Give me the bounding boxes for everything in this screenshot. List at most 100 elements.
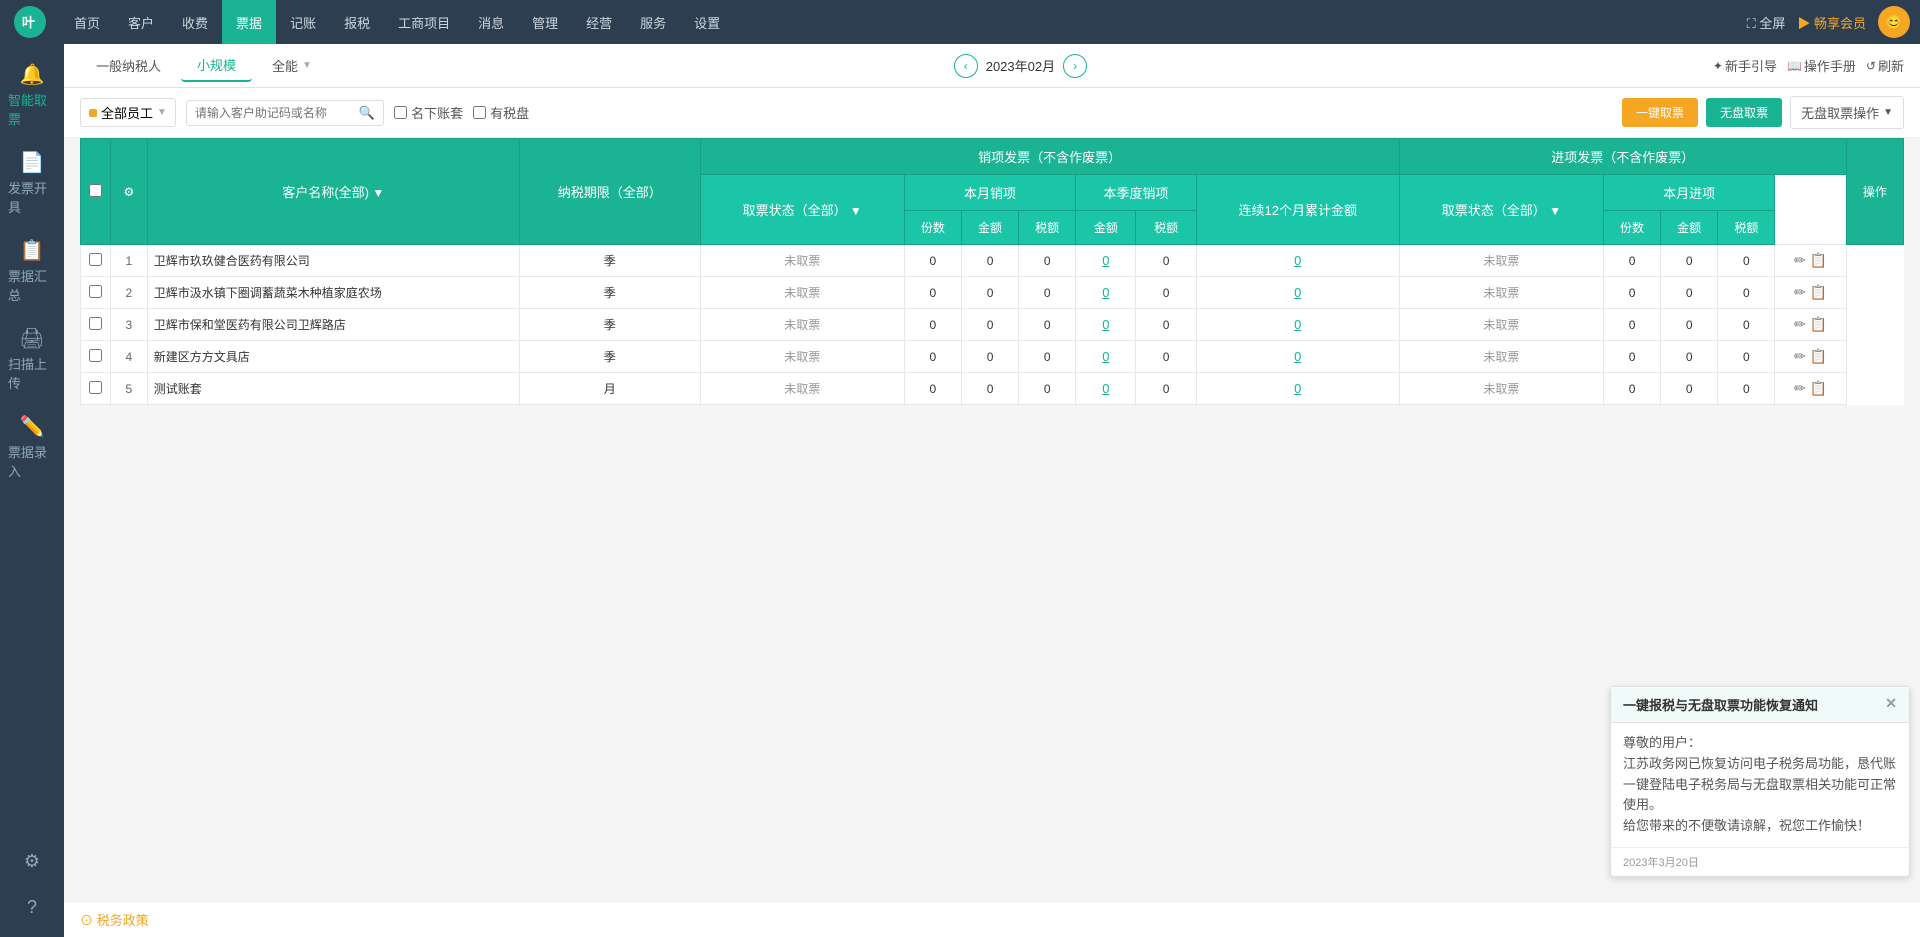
fullscreen-btn[interactable]: ⛶ 全屏: [1747, 13, 1786, 32]
sidebar-settings-btn[interactable]: ⚙: [12, 841, 52, 881]
member-btn[interactable]: ▶ 畅享会员: [1797, 13, 1866, 32]
sidebar-help-btn[interactable]: ?: [12, 887, 52, 927]
edit-icon-4[interactable]: ✏: [1794, 348, 1806, 365]
sidebar-item-scan-upload[interactable]: 🖨 扫描上传: [4, 318, 60, 400]
row-checkbox-5[interactable]: [89, 381, 102, 394]
notification-date: 2023年3月20日: [1611, 847, 1909, 876]
nav-client[interactable]: 客户: [114, 0, 168, 44]
my-account-checkbox-label[interactable]: 名下账套: [394, 103, 463, 122]
view-icon-4[interactable]: 📋: [1810, 348, 1827, 365]
period-next-btn[interactable]: ›: [1063, 54, 1087, 78]
my-account-checkbox[interactable]: [394, 106, 407, 119]
logo: 叶: [10, 2, 50, 42]
view-icon-1[interactable]: 📋: [1810, 252, 1827, 269]
nav-tax[interactable]: 报税: [330, 0, 384, 44]
sidebar-item-ticket-summary[interactable]: 📋 票据汇总: [4, 230, 60, 312]
row-checkbox-3[interactable]: [89, 317, 102, 330]
search-input[interactable]: [195, 106, 355, 120]
row-purchase-amount-4: 0: [1661, 341, 1718, 373]
tab-general-taxpayer[interactable]: 一般纳税人: [80, 50, 177, 81]
th-fetch-status-purchase[interactable]: 取票状态（全部） ▼: [1399, 175, 1603, 245]
row-taxperiod-5: 月: [519, 373, 700, 405]
th-client-name[interactable]: 客户名称(全部) ▼: [147, 139, 519, 245]
tax-disk-checkbox-label[interactable]: 有税盘: [473, 103, 529, 122]
row-checkbox-cell: [81, 309, 111, 341]
view-icon-5[interactable]: 📋: [1810, 380, 1827, 397]
nav-operation[interactable]: 经营: [572, 0, 626, 44]
tax-policy-link[interactable]: ⊙ 税务政策: [80, 913, 149, 928]
th-fetch-status-sales[interactable]: 取票状态（全部） ▼: [700, 175, 904, 245]
row-sales-status-5: 未取票: [700, 373, 904, 405]
nav-manage[interactable]: 管理: [518, 0, 572, 44]
table-row: 5 测试账套 月 未取票 0 0 0 0 0 0 未取票 0 0 0 ✏ 📋: [81, 373, 1904, 405]
row-num-5: 5: [111, 373, 148, 405]
table-row: 4 新建区方方文具店 季 未取票 0 0 0 0 0 0 未取票 0 0 0 ✏…: [81, 341, 1904, 373]
sidebar-item-invoice-open[interactable]: 📄 发票开具: [4, 142, 60, 224]
employee-dropdown-icon: ▼: [157, 107, 167, 118]
row-purchase-tax-5: 0: [1718, 373, 1775, 405]
smart-fetch-icon: 🔔: [20, 62, 45, 87]
row-checkbox-cell: [81, 341, 111, 373]
row-purchase-status-1: 未取票: [1399, 245, 1603, 277]
row-sales-count-2: 0: [904, 277, 961, 309]
row-actions-3: ✏ 📋: [1775, 309, 1846, 341]
row-sales-status-3: 未取票: [700, 309, 904, 341]
row-company-4: 新建区方方文具店: [147, 341, 519, 373]
row-quarter-tax-5: 0: [1136, 373, 1196, 405]
row-checkbox-1[interactable]: [89, 253, 102, 266]
tab-all[interactable]: 全能 ▼: [256, 50, 328, 81]
period-prev-btn[interactable]: ‹: [954, 54, 978, 78]
employee-select[interactable]: 全部员工 ▼: [80, 98, 176, 127]
select-all-checkbox[interactable]: [89, 184, 102, 197]
nav-message[interactable]: 消息: [464, 0, 518, 44]
view-icon-3[interactable]: 📋: [1810, 316, 1827, 333]
sidebar-label-scan-upload: 扫描上传: [8, 354, 56, 392]
row-sales-amount-3: 0: [961, 309, 1018, 341]
search-icon[interactable]: 🔍: [359, 105, 375, 121]
diskless-fetch-ops-btn[interactable]: 无盘取票操作 ▼: [1790, 96, 1904, 129]
th-sales-invoice-header: 销项发票（不含作废票）: [700, 139, 1399, 175]
edit-icon-5[interactable]: ✏: [1794, 380, 1806, 397]
new-guide-link[interactable]: ✦ 新手引导: [1713, 56, 1777, 75]
data-table: ⚙ 客户名称(全部) ▼ 纳税期限（全部） 销项发票（不含作废票） 进项发票（不…: [80, 138, 1904, 405]
sidebar-label-ticket-entry: 票据录入: [8, 442, 56, 480]
nav-ticket[interactable]: 票据: [222, 0, 276, 44]
sidebar-item-smart-fetch[interactable]: 🔔 智能取票: [4, 54, 60, 136]
period-nav: ‹ 2023年02月 ›: [954, 54, 1087, 78]
view-icon-2[interactable]: 📋: [1810, 284, 1827, 301]
th-sales-quarter-amount: 金额: [1076, 211, 1136, 245]
nav-business[interactable]: 工商项目: [384, 0, 464, 44]
manual-link[interactable]: 📖 操作手册: [1787, 56, 1856, 75]
nav-settings[interactable]: 设置: [680, 0, 734, 44]
bottom-bar[interactable]: ⊙ 税务政策: [64, 901, 1920, 937]
edit-icon-3[interactable]: ✏: [1794, 316, 1806, 333]
table-row: 2 卫辉市汲水镇下圈调蓄蔬菜木种植家庭农场 季 未取票 0 0 0 0 0 0 …: [81, 277, 1904, 309]
row-checkbox-cell: [81, 277, 111, 309]
row-quarter-tax-4: 0: [1136, 341, 1196, 373]
notification-close-btn[interactable]: ✕: [1885, 695, 1897, 714]
one-key-fetch-btn[interactable]: 一键取票: [1622, 98, 1698, 127]
row-sales-status-2: 未取票: [700, 277, 904, 309]
th-tax-period[interactable]: 纳税期限（全部）: [519, 139, 700, 245]
th-purchase-tax: 税额: [1718, 211, 1775, 245]
edit-icon-2[interactable]: ✏: [1794, 284, 1806, 301]
th-settings-icon[interactable]: ⚙: [111, 139, 148, 245]
row-checkbox-4[interactable]: [89, 349, 102, 362]
refresh-link[interactable]: ↺ 刷新: [1866, 56, 1904, 75]
nav-home[interactable]: 首页: [60, 0, 114, 44]
user-avatar[interactable]: 😊: [1878, 6, 1910, 38]
row-checkbox-2[interactable]: [89, 285, 102, 298]
edit-icon-1[interactable]: ✏: [1794, 252, 1806, 269]
sidebar-item-ticket-entry[interactable]: ✏️ 票据录入: [4, 406, 60, 488]
ticket-summary-icon: 📋: [20, 238, 45, 263]
tax-disk-checkbox[interactable]: [473, 106, 486, 119]
nav-bookkeeping[interactable]: 记账: [276, 0, 330, 44]
nav-fee[interactable]: 收费: [168, 0, 222, 44]
search-box: 🔍: [186, 100, 384, 126]
sidebar-label-ticket-summary: 票据汇总: [8, 266, 56, 304]
row-actions-5: ✏ 📋: [1775, 373, 1846, 405]
tab-small-scale[interactable]: 小规模: [181, 49, 252, 82]
nav-service[interactable]: 服务: [626, 0, 680, 44]
sidebar-bottom: ⚙ ?: [4, 841, 60, 937]
diskless-fetch-btn[interactable]: 无盘取票: [1706, 98, 1782, 127]
